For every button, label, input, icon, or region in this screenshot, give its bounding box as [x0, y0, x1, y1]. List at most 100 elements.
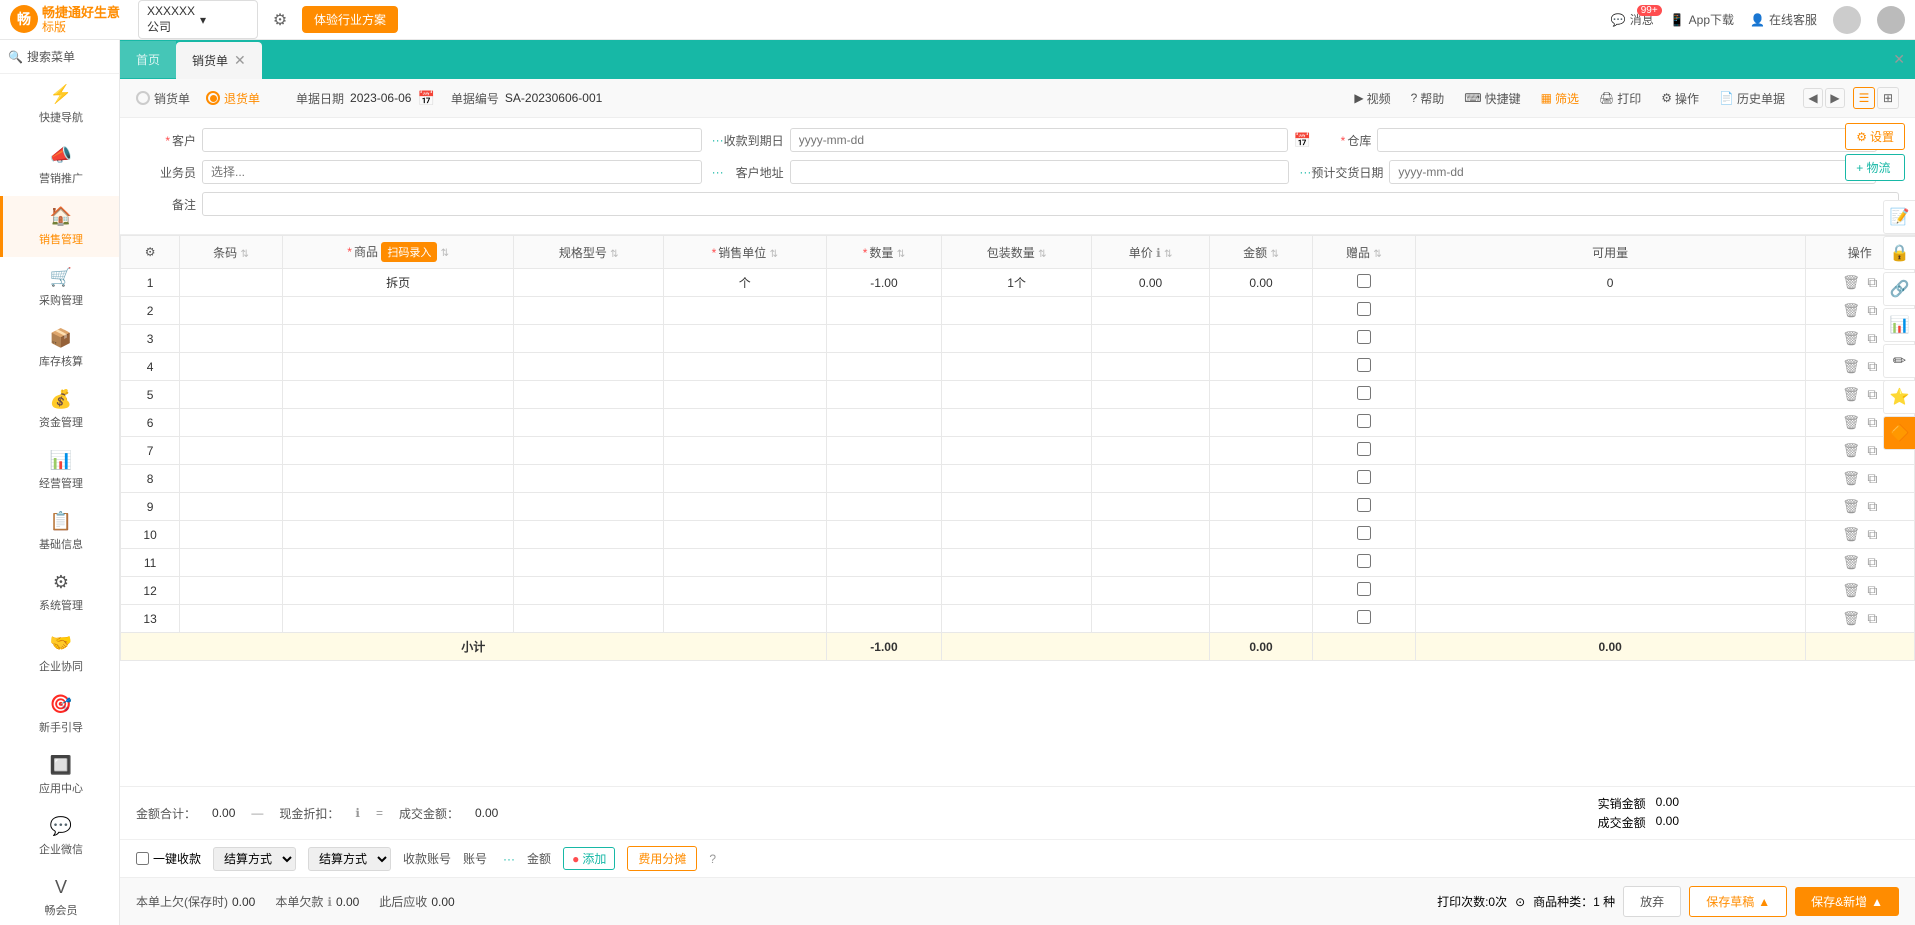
sidebar-item-sales[interactable]: 🏠 销售管理 — [0, 196, 119, 257]
sidebar-item-marketing[interactable]: 📣 营销推广 — [0, 135, 119, 196]
delete-icon-6[interactable]: 🗑 — [1842, 414, 1860, 430]
payment-due-input[interactable] — [790, 128, 1288, 152]
gift-checkbox-2[interactable] — [1357, 302, 1371, 316]
delete-icon-9[interactable]: 🗑 — [1842, 498, 1860, 514]
message-btn[interactable]: 💬 消息 99+ — [1611, 11, 1654, 28]
filter-btn[interactable]: ▦ 筛选 — [1535, 88, 1585, 109]
delete-icon-2[interactable]: 🗑 — [1842, 302, 1860, 318]
salesman-input[interactable] — [202, 160, 702, 184]
calc-method-select[interactable]: 结算方式 — [308, 847, 391, 871]
gift-checkbox-6[interactable] — [1357, 414, 1371, 428]
sidebar-item-wechat[interactable]: 💬 企业微信 — [0, 806, 119, 867]
delete-icon-12[interactable]: 🗑 — [1842, 582, 1860, 598]
settlement-method-select[interactable]: 结算方式 — [213, 847, 296, 871]
sidebar-search[interactable]: 🔍 搜索菜单 — [0, 40, 119, 74]
copy-icon-12[interactable]: ⧉ — [1867, 582, 1877, 598]
customer-input[interactable] — [202, 128, 702, 152]
sidebar-item-purchase[interactable]: 🛒 采购管理 — [0, 257, 119, 318]
float-btn-3[interactable]: 🔗 — [1883, 272, 1915, 306]
list-view-btn[interactable]: ☰ — [1853, 87, 1875, 109]
delete-icon-11[interactable]: 🗑 — [1842, 554, 1860, 570]
gift-checkbox-11[interactable] — [1357, 554, 1371, 568]
delete-icon-3[interactable]: 🗑 — [1842, 330, 1860, 346]
shortcut-btn[interactable]: ⌨ 快捷键 — [1458, 88, 1526, 109]
salesman-dots[interactable]: ··· — [712, 165, 724, 179]
delete-icon-4[interactable]: 🗑 — [1842, 358, 1860, 374]
video-btn[interactable]: ▶ 视频 — [1348, 88, 1396, 109]
gift-checkbox-1[interactable] — [1357, 274, 1371, 288]
settings-icon[interactable]: ⚙ — [266, 6, 294, 34]
th-settings[interactable]: ⚙ — [121, 236, 180, 269]
copy-icon-2[interactable]: ⧉ — [1867, 302, 1877, 318]
customer-dots[interactable]: ··· — [712, 133, 724, 147]
customer-addr-input[interactable] — [790, 160, 1290, 184]
tab-close-icon[interactable]: ✕ — [234, 52, 246, 69]
float-btn-6[interactable]: ⭐ — [1883, 380, 1915, 414]
one-click-payment-checkbox[interactable]: 一键收款 — [136, 850, 201, 867]
gift-checkbox-3[interactable] — [1357, 330, 1371, 344]
avatar[interactable] — [1833, 6, 1861, 34]
settings-btn[interactable]: ⚙ 设置 — [1845, 123, 1905, 150]
radio-return-order[interactable]: 退货单 — [206, 90, 260, 107]
app-download-btn[interactable]: 📱 App下载 — [1670, 11, 1734, 28]
info-icon[interactable]: ℹ — [355, 806, 360, 820]
radio-sale-order[interactable]: 销货单 — [136, 90, 190, 107]
company-selector[interactable]: XXXXXX公司 ▾ — [138, 0, 258, 39]
next-arrow[interactable]: ▶ — [1825, 88, 1845, 108]
scan-btn[interactable]: 扫码录入 — [381, 242, 437, 262]
gift-checkbox-5[interactable] — [1357, 386, 1371, 400]
one-click-payment-check[interactable] — [136, 852, 149, 865]
gift-checkbox-7[interactable] — [1357, 442, 1371, 456]
account-dots[interactable]: ··· — [503, 852, 515, 866]
payment-calendar-icon[interactable]: 📅 — [1294, 132, 1311, 149]
tab-sales-order[interactable]: 销货单 ✕ — [176, 42, 262, 79]
copy-icon-5[interactable]: ⧉ — [1867, 386, 1877, 402]
float-btn-5[interactable]: ✏ — [1883, 344, 1915, 378]
print-btn[interactable]: 🖨 打印 — [1593, 88, 1647, 109]
trial-btn[interactable]: 体验行业方案 — [302, 6, 398, 33]
operate-btn[interactable]: ⚙ 操作 — [1655, 88, 1705, 109]
copy-icon-4[interactable]: ⧉ — [1867, 358, 1877, 374]
save-new-btn[interactable]: 保存&新增 ▲ — [1795, 887, 1899, 916]
sidebar-item-appstore[interactable]: 🔲 应用中心 — [0, 745, 119, 806]
delete-icon-8[interactable]: 🗑 — [1842, 470, 1860, 486]
help-btn[interactable]: ? 帮助 — [1405, 88, 1451, 109]
copy-icon-3[interactable]: ⧉ — [1867, 330, 1877, 346]
sidebar-item-finance[interactable]: 💰 资金管理 — [0, 379, 119, 440]
sidebar-item-operations[interactable]: 📊 经营管理 — [0, 440, 119, 501]
expense-split-btn[interactable]: 费用分摊 — [627, 846, 697, 871]
copy-icon-9[interactable]: ⧉ — [1867, 498, 1877, 514]
gift-checkbox-8[interactable] — [1357, 470, 1371, 484]
delete-icon-1[interactable]: 🗑 — [1842, 274, 1860, 290]
copy-icon-10[interactable]: ⧉ — [1867, 526, 1877, 542]
warehouse-input[interactable]: 建材仓 — [1377, 128, 1877, 152]
copy-icon-6[interactable]: ⧉ — [1867, 414, 1877, 430]
tab-close-all[interactable]: ✕ — [1893, 51, 1915, 68]
sidebar-item-guide[interactable]: 🎯 新手引导 — [0, 684, 119, 745]
tab-home[interactable]: 首页 — [120, 41, 176, 78]
float-btn-2[interactable]: 🔒 — [1883, 236, 1915, 270]
addr-dots[interactable]: ··· — [1299, 165, 1311, 179]
sidebar-item-quick-nav[interactable]: ⚡ 快捷导航 — [0, 74, 119, 135]
delete-icon-5[interactable]: 🗑 — [1842, 386, 1860, 402]
copy-icon-11[interactable]: ⧉ — [1867, 554, 1877, 570]
calendar-icon[interactable]: 📅 — [417, 90, 434, 107]
delete-icon-7[interactable]: 🗑 — [1842, 442, 1860, 458]
gift-checkbox-13[interactable] — [1357, 610, 1371, 624]
sidebar-item-system[interactable]: ⚙ 系统管理 — [0, 562, 119, 623]
sidebar-item-member[interactable]: V 畅会员 — [0, 867, 119, 925]
history-btn[interactable]: 📄 历史单据 — [1713, 88, 1791, 109]
copy-icon-13[interactable]: ⧉ — [1867, 610, 1877, 626]
sidebar-item-basics[interactable]: 📋 基础信息 — [0, 501, 119, 562]
copy-icon-1[interactable]: ⧉ — [1867, 274, 1877, 290]
remark-input[interactable] — [202, 192, 1899, 216]
grid-view-btn[interactable]: ⊞ — [1877, 87, 1899, 109]
expense-help-icon[interactable]: ? — [709, 852, 716, 866]
prev-arrow[interactable]: ◀ — [1803, 88, 1823, 108]
online-service-btn[interactable]: 👤 在线客服 — [1750, 11, 1817, 28]
sidebar-item-inventory[interactable]: 📦 库存核算 — [0, 318, 119, 379]
gift-checkbox-4[interactable] — [1357, 358, 1371, 372]
discard-btn[interactable]: 放弃 — [1623, 886, 1681, 917]
delivery-date-input[interactable] — [1389, 160, 1875, 184]
float-btn-4[interactable]: 📊 — [1883, 308, 1915, 342]
